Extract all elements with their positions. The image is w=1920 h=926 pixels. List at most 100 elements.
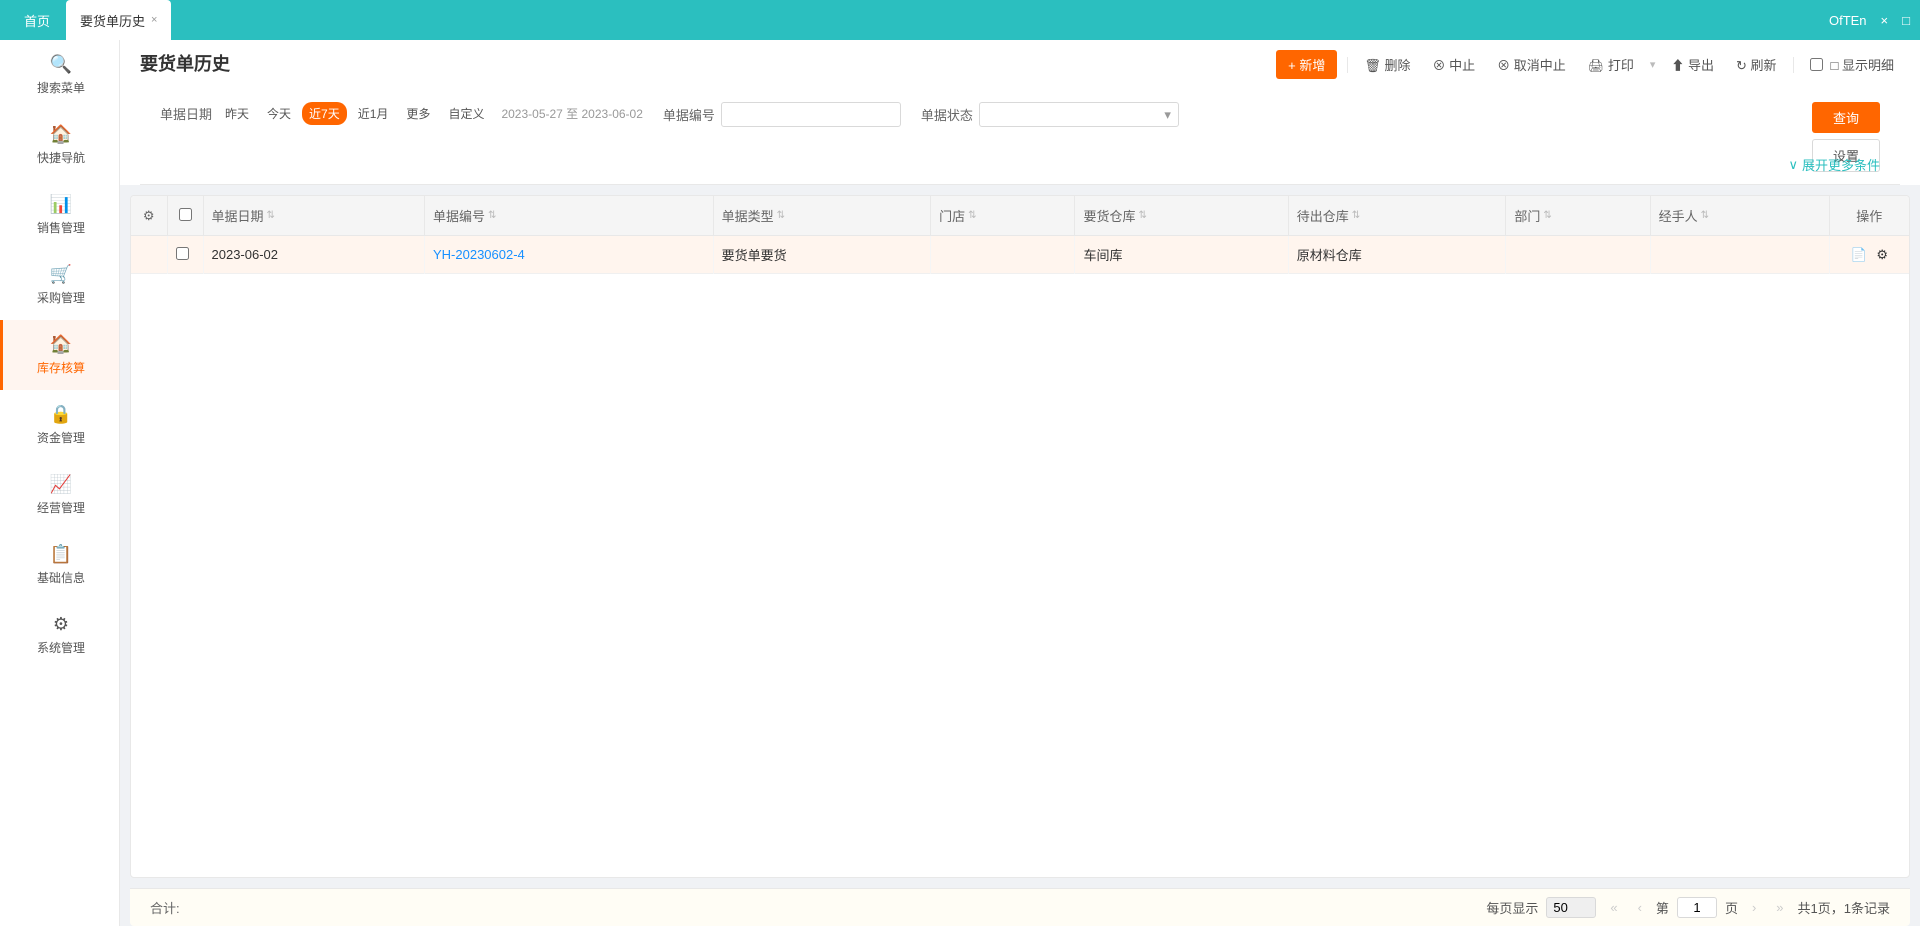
show-detail-checkbox[interactable] bbox=[1810, 58, 1823, 71]
print-button[interactable]: 🖨 打印 bbox=[1582, 51, 1640, 78]
page-number-input[interactable] bbox=[1677, 897, 1717, 918]
page-size-select[interactable]: 50 100 200 bbox=[1546, 897, 1596, 918]
tab-close-icon[interactable]: × bbox=[151, 14, 157, 26]
cancel-stop-button[interactable]: ⊗ 取消中止 bbox=[1491, 51, 1572, 78]
sidebar-item-label: 销售管理 bbox=[37, 219, 85, 236]
th-order-date[interactable]: 单据日期 ⇅ bbox=[203, 196, 425, 236]
action-edit-icon[interactable]: 📄 bbox=[1851, 247, 1867, 262]
date-filter-label: 单据日期 bbox=[160, 104, 212, 123]
date-btn-7days[interactable]: 近7天 bbox=[302, 102, 347, 125]
export-button[interactable]: ⬆ 导出 bbox=[1665, 51, 1720, 78]
refresh-button[interactable]: ↻ 刷新 bbox=[1730, 51, 1783, 78]
table-row: 2023-06-02 YH-20230602-4 要货单要货 车间库 bbox=[131, 236, 1909, 274]
td-handler bbox=[1650, 236, 1829, 274]
th-req-warehouse[interactable]: 要货仓库 ⇅ bbox=[1075, 196, 1288, 236]
last-page-btn[interactable]: » bbox=[1770, 898, 1789, 917]
sales-icon: 📊 bbox=[50, 194, 72, 215]
sidebar-item-finance-mgmt[interactable]: 🔒 资金管理 bbox=[0, 390, 119, 460]
toolbar: + 新增 🗑 删除 ⊗ 中止 ⊗ 取消中止 🖨 打印 ▾ ⬆ 导出 ↻ 刷新 □… bbox=[1276, 50, 1900, 79]
select-all-checkbox[interactable] bbox=[179, 208, 192, 221]
td-department bbox=[1506, 236, 1650, 274]
sidebar-item-sales-mgmt[interactable]: 📊 销售管理 bbox=[0, 180, 119, 250]
order-no-link[interactable]: YH-20230602-4 bbox=[433, 247, 525, 262]
td-pending-warehouse: 原材料仓库 bbox=[1288, 236, 1506, 274]
often-label[interactable]: OfTEn bbox=[1829, 13, 1867, 28]
date-filter-group: 单据日期 昨天 今天 近7天 近1月 更多 自定义 2023-05-27 至 2… bbox=[160, 102, 643, 125]
sort-order-no-icon: ⇅ bbox=[488, 210, 496, 221]
show-detail-button[interactable]: □ 显示明细 bbox=[1804, 51, 1900, 78]
td-store bbox=[931, 236, 1075, 274]
date-btn-yesterday[interactable]: 昨天 bbox=[218, 102, 256, 125]
th-order-no[interactable]: 单据编号 ⇅ bbox=[425, 196, 714, 236]
next-page-btn[interactable]: › bbox=[1746, 898, 1762, 917]
stop-button[interactable]: ⊗ 中止 bbox=[1426, 51, 1481, 78]
sidebar-item-basic-info[interactable]: 📋 基础信息 bbox=[0, 530, 119, 600]
tab-home[interactable]: 首页 bbox=[10, 0, 64, 40]
sort-pending-warehouse-icon: ⇅ bbox=[1352, 210, 1360, 221]
print-dropdown-icon[interactable]: ▾ bbox=[1650, 58, 1656, 71]
basic-info-icon: 📋 bbox=[50, 544, 72, 565]
order-no-filter-group: 单据编号 bbox=[663, 102, 901, 127]
sidebar-item-label: 搜索菜单 bbox=[37, 79, 85, 96]
main-content: 要货单历史 + 新增 🗑 删除 ⊗ 中止 ⊗ 取消中止 🖨 打印 ▾ ⬆ 导出 … bbox=[120, 40, 1920, 926]
td-order-type: 要货单要货 bbox=[713, 236, 931, 274]
prev-page-btn[interactable]: ‹ bbox=[1632, 898, 1648, 917]
date-range-display: 2023-05-27 至 2023-06-02 bbox=[501, 105, 642, 122]
sidebar-item-quick-nav[interactable]: 🏠 快捷导航 bbox=[0, 110, 119, 180]
operations-icon: 📈 bbox=[50, 474, 72, 495]
status-select[interactable] bbox=[979, 102, 1179, 127]
sidebar-item-label: 经营管理 bbox=[37, 499, 85, 516]
sort-req-warehouse-icon: ⇅ bbox=[1138, 210, 1146, 221]
th-pending-warehouse[interactable]: 待出仓库 ⇅ bbox=[1288, 196, 1506, 236]
row-checkbox[interactable] bbox=[176, 247, 189, 260]
search-icon: 🔍 bbox=[50, 54, 72, 75]
sidebar-item-label: 系统管理 bbox=[37, 639, 85, 656]
query-button[interactable]: 查询 bbox=[1812, 102, 1880, 133]
date-btn-more[interactable]: 更多 bbox=[399, 102, 437, 125]
maximize-icon[interactable]: □ bbox=[1902, 13, 1910, 28]
status-label: 单据状态 bbox=[921, 105, 973, 124]
th-order-type[interactable]: 单据类型 ⇅ bbox=[713, 196, 931, 236]
inventory-icon: 🏠 bbox=[50, 334, 72, 355]
tab-requisition-history[interactable]: 要货单历史 × bbox=[66, 0, 171, 40]
sidebar: 🔍 搜索菜单 🏠 快捷导航 📊 销售管理 🛒 采购管理 🏠 库存核算 🔒 资金管… bbox=[0, 40, 120, 926]
date-btn-custom[interactable]: 自定义 bbox=[441, 102, 491, 125]
th-department[interactable]: 部门 ⇅ bbox=[1506, 196, 1650, 236]
action-more-icon[interactable]: ⚙ bbox=[1876, 247, 1888, 262]
td-req-warehouse: 车间库 bbox=[1075, 236, 1288, 274]
sidebar-item-label: 快捷导航 bbox=[37, 149, 85, 166]
sidebar-item-search-menu[interactable]: 🔍 搜索菜单 bbox=[0, 40, 119, 110]
total-label: 合计: bbox=[150, 898, 180, 917]
close-window-icon[interactable]: × bbox=[1881, 13, 1889, 28]
date-btn-today[interactable]: 今天 bbox=[260, 102, 298, 125]
date-btn-1month[interactable]: 近1月 bbox=[351, 102, 396, 125]
page-header: 要货单历史 + 新增 🗑 删除 ⊗ 中止 ⊗ 取消中止 🖨 打印 ▾ ⬆ 导出 … bbox=[120, 40, 1920, 185]
sort-order-date-icon: ⇅ bbox=[267, 210, 275, 221]
th-store[interactable]: 门店 ⇅ bbox=[931, 196, 1075, 236]
sidebar-item-purchase-mgmt[interactable]: 🛒 采购管理 bbox=[0, 250, 119, 320]
sidebar-item-system-mgmt[interactable]: ⚙ 系统管理 bbox=[0, 600, 119, 670]
th-settings[interactable]: ⚙ bbox=[131, 196, 167, 236]
show-detail-label: □ 显示明细 bbox=[1831, 55, 1894, 74]
delete-button[interactable]: 🗑 删除 bbox=[1358, 51, 1416, 78]
sidebar-item-label: 资金管理 bbox=[37, 429, 85, 446]
total-info: 共1页，1条记录 bbox=[1798, 898, 1890, 917]
tab-home-label: 首页 bbox=[24, 11, 50, 30]
sidebar-item-label: 基础信息 bbox=[37, 569, 85, 586]
th-checkbox bbox=[167, 196, 203, 236]
finance-icon: 🔒 bbox=[50, 404, 72, 425]
sidebar-item-inventory[interactable]: 🏠 库存核算 bbox=[0, 320, 119, 390]
td-settings bbox=[131, 236, 167, 274]
page-title: 要货单历史 bbox=[140, 50, 230, 76]
sidebar-item-operations-mgmt[interactable]: 📈 经营管理 bbox=[0, 460, 119, 530]
top-nav-right: OfTEn × □ bbox=[1829, 13, 1910, 28]
order-no-input[interactable] bbox=[721, 102, 901, 127]
td-order-date: 2023-06-02 bbox=[203, 236, 425, 274]
new-button[interactable]: + 新增 bbox=[1276, 50, 1337, 79]
first-page-btn[interactable]: « bbox=[1604, 898, 1623, 917]
expand-more-button[interactable]: ∨ 展开更多条件 bbox=[1788, 155, 1880, 174]
th-handler[interactable]: 经手人 ⇅ bbox=[1650, 196, 1829, 236]
pagination: 每页显示 50 100 200 « ‹ 第 页 › » 共1页，1条记录 bbox=[1486, 897, 1890, 918]
table-area: ⚙ 单据日期 ⇅ 单据编号 bbox=[130, 195, 1910, 878]
tab-requisition-history-label: 要货单历史 bbox=[80, 11, 145, 30]
